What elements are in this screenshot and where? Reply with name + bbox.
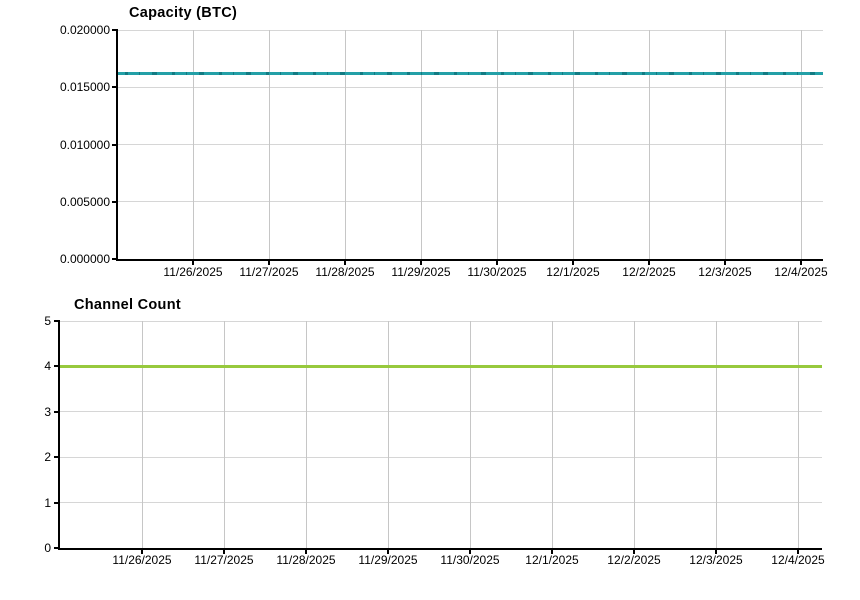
x-axis-line <box>58 548 822 550</box>
h-gridline <box>60 320 822 322</box>
channel-count-chart: Channel Count 5 4 3 2 1 0 11/26/2025 11/27/2025… <box>0 0 860 600</box>
y-axis-label: 5 <box>44 314 51 328</box>
data-series-line <box>60 364 822 368</box>
y-axis-label: 0 <box>44 541 51 555</box>
h-gridline <box>60 411 822 413</box>
v-gridline <box>387 321 389 548</box>
x-axis-label: 12/1/2025 <box>525 553 579 567</box>
y-axis-label: 2 <box>44 450 51 465</box>
v-gridline <box>141 321 143 548</box>
v-gridline <box>223 321 225 548</box>
x-axis-label: 11/29/2025 <box>358 553 418 567</box>
x-axis-label: 12/2/2025 <box>607 553 661 567</box>
x-axis-label: 11/28/2025 <box>276 553 336 567</box>
v-gridline <box>797 321 799 548</box>
y-axis-label: 1 <box>44 495 51 510</box>
x-axis-label: 11/30/2025 <box>440 553 500 567</box>
x-axis-label: 12/4/2025 <box>771 553 825 567</box>
x-axis-label: 12/3/2025 <box>689 553 743 567</box>
channel-count-chart-title: Channel Count <box>74 297 181 313</box>
y-axis-label: 3 <box>44 404 51 419</box>
v-gridline <box>469 321 471 548</box>
y-axis-line <box>58 321 60 550</box>
v-gridline <box>633 321 635 548</box>
v-gridline <box>715 321 717 548</box>
charts-panel: Capacity (BTC) 0.020000 0.015000 0.010000 0… <box>0 0 860 600</box>
h-gridline <box>60 456 822 458</box>
x-axis-label: 11/27/2025 <box>194 553 254 567</box>
v-gridline <box>305 321 307 548</box>
x-axis-label: 11/26/2025 <box>112 553 172 567</box>
h-gridline <box>60 502 822 504</box>
y-axis-label: 4 <box>44 359 51 374</box>
v-gridline <box>551 321 553 548</box>
